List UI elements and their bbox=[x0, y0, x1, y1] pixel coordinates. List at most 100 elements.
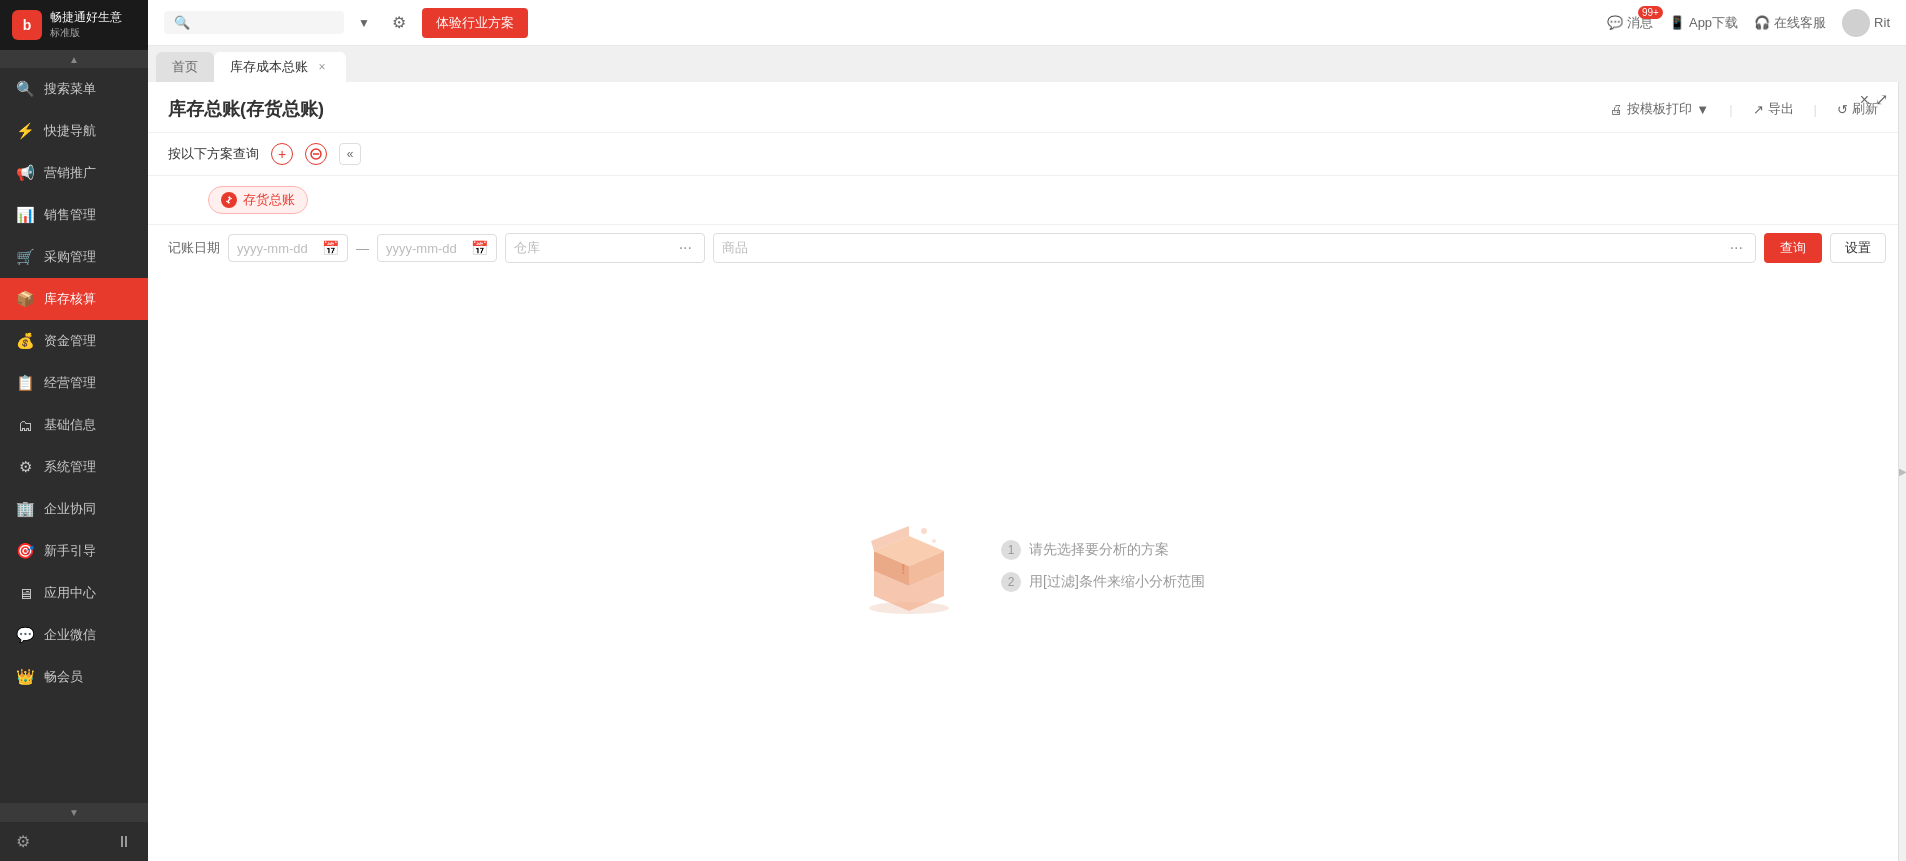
operation-icon: 📋 bbox=[16, 374, 34, 392]
filter-row: 存货总账 bbox=[148, 176, 1906, 225]
date-end-placeholder: yyyy-mm-dd bbox=[386, 241, 457, 256]
tab-inventory-ledger-label: 库存成本总账 bbox=[230, 58, 308, 76]
trial-btn[interactable]: 体验行业方案 bbox=[422, 8, 528, 38]
sidebar-item-operation[interactable]: 📋 经营管理 bbox=[0, 362, 148, 404]
right-collapse-panel[interactable]: ▶ bbox=[1898, 82, 1906, 861]
sidebar-item-wechat[interactable]: 💬 企业微信 bbox=[0, 614, 148, 656]
topbar-search[interactable]: 🔍 bbox=[164, 11, 344, 34]
filter-collapse-btn[interactable]: « bbox=[339, 143, 361, 165]
scheme-icon bbox=[221, 192, 237, 208]
app-name: 畅捷通好生意 bbox=[50, 10, 122, 26]
sidebar-item-base-info[interactable]: 🗂 基础信息 bbox=[0, 404, 148, 446]
scheme-label: 存货总账 bbox=[243, 191, 295, 209]
topbar-gear-btn[interactable]: ⚙ bbox=[384, 8, 414, 38]
sidebar-item-finance[interactable]: 💰 资金管理 bbox=[0, 320, 148, 362]
sidebar-scroll-up[interactable]: ▲ bbox=[0, 50, 148, 68]
sidebar-item-purchase[interactable]: 🛒 采购管理 bbox=[0, 236, 148, 278]
filter-bar: 按以下方案查询 + « bbox=[148, 133, 1906, 176]
panel-close-btn[interactable]: × bbox=[1860, 91, 1869, 109]
sidebar-nav: 🔍 搜索菜单 ⚡ 快捷导航 📢 营销推广 📊 销售管理 🛒 采购管理 📦 库存核… bbox=[0, 68, 148, 803]
sidebar-item-sales[interactable]: 📊 销售管理 bbox=[0, 194, 148, 236]
tab-close-btn[interactable]: × bbox=[314, 59, 330, 75]
sidebar-item-label: 销售管理 bbox=[44, 206, 96, 224]
sidebar-item-app-center[interactable]: 🖥 应用中心 bbox=[0, 572, 148, 614]
calendar-icon-end: 📅 bbox=[471, 240, 488, 256]
wechat-icon: 💬 bbox=[16, 626, 34, 644]
filter-del-btn[interactable] bbox=[305, 143, 327, 165]
sidebar-item-enterprise[interactable]: 🏢 企业协同 bbox=[0, 488, 148, 530]
sidebar-item-marketing[interactable]: 📢 营销推广 bbox=[0, 152, 148, 194]
sidebar-scroll-down[interactable]: ▼ bbox=[0, 803, 148, 821]
tip-item-1: 1 请先选择要分析的方案 bbox=[1001, 540, 1205, 560]
sidebar-item-guide[interactable]: 🎯 新手引导 bbox=[0, 530, 148, 572]
app-center-icon: 🖥 bbox=[16, 584, 34, 602]
export-label: 导出 bbox=[1768, 100, 1794, 118]
empty-state: ! 1 请先选择要分析的方案 2 用[过滤]条件来缩小分析范围 bbox=[148, 271, 1906, 861]
goods-more-icon: ··· bbox=[1726, 239, 1747, 257]
tip-num-1: 1 bbox=[1001, 540, 1021, 560]
topbar-dropdown-btn[interactable]: ▼ bbox=[352, 11, 376, 35]
warehouse-input[interactable]: 仓库 ··· bbox=[505, 233, 705, 263]
app-download-label: App下载 bbox=[1689, 14, 1738, 32]
message-btn[interactable]: 💬 消息 99+ bbox=[1607, 14, 1653, 32]
tab-home-label: 首页 bbox=[172, 58, 198, 76]
tab-inventory-ledger[interactable]: 库存成本总账 × bbox=[214, 52, 346, 82]
goods-input[interactable]: 商品 ··· bbox=[713, 233, 1756, 263]
tab-home[interactable]: 首页 bbox=[156, 52, 214, 82]
sidebar-item-label: 营销推广 bbox=[44, 164, 96, 182]
sidebar: b 畅捷通好生意 标准版 ▲ 🔍 搜索菜单 ⚡ 快捷导航 📢 营销推广 📊 销售… bbox=[0, 0, 148, 861]
print-btn[interactable]: 🖨 按模板打印 ▼ bbox=[1602, 96, 1717, 122]
action-sep-2: | bbox=[1814, 102, 1817, 117]
sidebar-item-system[interactable]: ⚙ 系统管理 bbox=[0, 446, 148, 488]
date-start-input[interactable]: yyyy-mm-dd 📅 bbox=[228, 234, 348, 262]
sidebar-item-label: 企业协同 bbox=[44, 500, 96, 518]
online-service-btn[interactable]: 🎧 在线客服 bbox=[1754, 14, 1826, 32]
user-name: Rit bbox=[1874, 15, 1890, 30]
user-info[interactable]: Rit bbox=[1842, 9, 1890, 37]
calendar-icon-start: 📅 bbox=[322, 240, 339, 256]
member-icon: 👑 bbox=[16, 668, 34, 686]
refresh-icon: ↺ bbox=[1837, 102, 1848, 117]
sidebar-footer: ⚙ ⏸ bbox=[0, 821, 148, 861]
sidebar-item-label: 畅会员 bbox=[44, 668, 83, 686]
sales-icon: 📊 bbox=[16, 206, 34, 224]
print-label: 按模板打印 bbox=[1627, 100, 1692, 118]
warehouse-label: 仓库 bbox=[514, 239, 540, 257]
page-header: 库存总账(存货总账) 🖨 按模板打印 ▼ | ↗ 导出 | ↺ 刷新 bbox=[148, 82, 1906, 133]
sidebar-item-label: 新手引导 bbox=[44, 542, 96, 560]
panel-expand-btn[interactable]: ⤢ bbox=[1875, 90, 1888, 109]
svg-point-9 bbox=[932, 539, 936, 543]
sidebar-item-label: 资金管理 bbox=[44, 332, 96, 350]
app-download-btn[interactable]: 📱 App下载 bbox=[1669, 14, 1738, 32]
tip-text-2: 用[过滤]条件来缩小分析范围 bbox=[1029, 573, 1205, 591]
filter-add-btn[interactable]: + bbox=[271, 143, 293, 165]
sidebar-item-member[interactable]: 👑 畅会员 bbox=[0, 656, 148, 698]
inventory-icon: 📦 bbox=[16, 290, 34, 308]
sidebar-toggle-icon[interactable]: ⏸ bbox=[116, 833, 132, 851]
query-fields: 记账日期 yyyy-mm-dd 📅 — yyyy-mm-dd 📅 仓库 ··· … bbox=[148, 225, 1906, 271]
date-separator: — bbox=[356, 241, 369, 256]
sidebar-item-search[interactable]: 🔍 搜索菜单 bbox=[0, 68, 148, 110]
export-btn[interactable]: ↗ 导出 bbox=[1745, 96, 1802, 122]
system-icon: ⚙ bbox=[16, 458, 34, 476]
empty-box-svg: ! bbox=[849, 516, 969, 616]
sidebar-item-quick-nav[interactable]: ⚡ 快捷导航 bbox=[0, 110, 148, 152]
tabbar: 首页 库存成本总账 × bbox=[148, 46, 1906, 82]
query-btn[interactable]: 查询 bbox=[1764, 233, 1822, 263]
date-end-input[interactable]: yyyy-mm-dd 📅 bbox=[377, 234, 497, 262]
settings-footer-icon[interactable]: ⚙ bbox=[16, 832, 30, 851]
goods-label: 商品 bbox=[722, 239, 748, 257]
settings-btn[interactable]: 设置 bbox=[1830, 233, 1886, 263]
print-dropdown-icon: ▼ bbox=[1696, 102, 1709, 117]
quick-nav-icon: ⚡ bbox=[16, 122, 34, 140]
guide-icon: 🎯 bbox=[16, 542, 34, 560]
sidebar-item-inventory[interactable]: 📦 库存核算 bbox=[0, 278, 148, 320]
online-service-label: 在线客服 bbox=[1774, 14, 1826, 32]
base-info-icon: 🗂 bbox=[16, 416, 34, 434]
page-title: 库存总账(存货总账) bbox=[168, 97, 324, 121]
sidebar-item-label: 应用中心 bbox=[44, 584, 96, 602]
search-icon: 🔍 bbox=[16, 80, 34, 98]
logo-icon: b bbox=[12, 10, 42, 40]
recycle-icon bbox=[224, 195, 234, 205]
scheme-tag[interactable]: 存货总账 bbox=[208, 186, 308, 214]
